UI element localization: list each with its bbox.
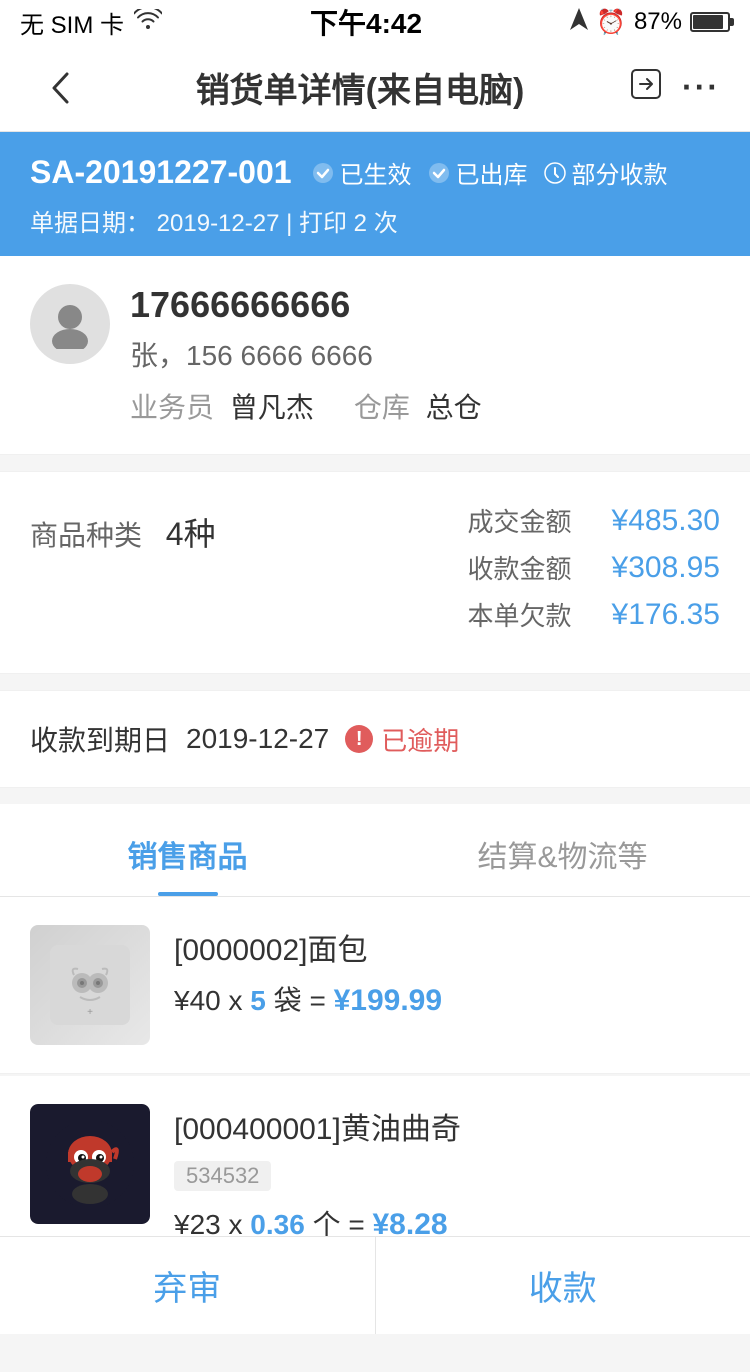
product-info-2: [000400001]黄油曲奇 534532 ¥23 x 0.36 个 = ¥8…: [174, 1104, 720, 1243]
wifi-icon: [134, 8, 162, 36]
agent-info: 业务员 曾凡杰: [130, 386, 314, 426]
status-right: ⏰ 87%: [570, 8, 730, 37]
product-price-1: ¥40 x 5 袋 = ¥199.99: [174, 979, 720, 1019]
product-type-label: 商品种类: [30, 520, 142, 551]
warehouse-info: 仓库 总仓: [354, 386, 482, 426]
battery-percentage: 87%: [634, 8, 682, 36]
debt-amount-value: ¥176.35: [612, 598, 720, 632]
avatar: [30, 284, 110, 364]
product-type-info: 商品种类 4种: [30, 502, 216, 566]
due-date-label: 收款到期日: [30, 719, 170, 759]
tabs-section: 销售商品 结算&物流等: [0, 804, 750, 897]
collection-amount-row: 收款金额 ¥308.95: [468, 549, 720, 586]
status-badges: 已生效 已出库 部分收款: [312, 155, 668, 190]
price-base-1: ¥40: [174, 985, 221, 1016]
agent-name: 曾凡杰: [230, 392, 314, 423]
bottom-action-bar: 弃审 收款: [0, 1236, 750, 1334]
order-header: SA-20191227-001 已生效 已出库 部分收款 单据日期： 2019-…: [0, 132, 750, 256]
product-tag-2: 534532: [174, 1161, 271, 1191]
share-icon[interactable]: [630, 68, 662, 108]
svg-text:+: +: [87, 1007, 93, 1018]
warehouse-label: 仓库: [354, 392, 410, 423]
product-list: + [0000002]面包 ¥40 x 5 袋 = ¥199.99: [0, 897, 750, 1272]
customer-meta: 业务员 曾凡杰 仓库 总仓: [130, 386, 720, 426]
carrier-text: 无 SIM 卡: [20, 5, 124, 40]
order-date: 2019-12-27: [157, 210, 280, 237]
battery-icon: [690, 12, 730, 32]
product-name-1: [0000002]面包: [174, 925, 720, 969]
customer-id: 17666666666: [130, 284, 720, 326]
order-status-row: SA-20191227-001 已生效 已出库 部分收款: [30, 154, 720, 191]
tab-settlement[interactable]: 结算&物流等: [375, 804, 750, 896]
qty-1: 5: [250, 985, 266, 1016]
summary-right: 成交金额 ¥485.30 收款金额 ¥308.95 本单欠款 ¥176.35: [468, 502, 720, 643]
collect-payment-button[interactable]: 收款: [376, 1237, 750, 1334]
butter-cookie-image: [30, 1104, 150, 1224]
overdue-dot-icon: !: [345, 725, 373, 753]
debt-amount-label: 本单欠款: [468, 596, 572, 633]
customer-info: 17666666666 张，156 6666 6666 业务员 曾凡杰 仓库 总…: [130, 284, 720, 426]
back-button[interactable]: [30, 58, 90, 118]
alarm-icon: ⏰: [596, 8, 626, 37]
transaction-amount-label: 成交金额: [468, 502, 572, 539]
warehouse-name: 总仓: [426, 392, 482, 423]
page-title: 销货单详情(来自电脑): [196, 63, 525, 112]
status-time: 下午4:42: [310, 2, 422, 42]
total-1: ¥199.99: [334, 984, 442, 1017]
overdue-badge: ! 已逾期: [345, 721, 459, 758]
nav-actions: ···: [630, 68, 720, 108]
product-thumb-2: [30, 1104, 150, 1224]
summary-left: 商品种类 4种: [30, 502, 216, 566]
cancel-review-button[interactable]: 弃审: [0, 1237, 376, 1334]
transaction-amount-row: 成交金额 ¥485.30: [468, 502, 720, 539]
due-date-section: 收款到期日 2019-12-27 ! 已逾期: [0, 690, 750, 788]
status-bar: 无 SIM 卡 下午4:42 ⏰ 87%: [0, 0, 750, 44]
order-id: SA-20191227-001: [30, 154, 292, 191]
due-date-value: 2019-12-27: [186, 723, 329, 755]
product-name-2: [000400001]黄油曲奇: [174, 1104, 720, 1148]
badge-shipped: 已出库: [428, 155, 528, 190]
print-info: | 打印 2 次: [286, 210, 398, 237]
product-info-1: [0000002]面包 ¥40 x 5 袋 = ¥199.99: [174, 925, 720, 1019]
more-icon[interactable]: ···: [682, 69, 720, 106]
unit-1: 袋: [274, 985, 302, 1016]
product-item-1: + [0000002]面包 ¥40 x 5 袋 = ¥199.99: [0, 897, 750, 1074]
collection-amount-label: 收款金额: [468, 549, 572, 586]
product-thumb-1: +: [30, 925, 150, 1045]
bread-image-placeholder: +: [30, 925, 150, 1045]
customer-section: 17666666666 张，156 6666 6666 业务员 曾凡杰 仓库 总…: [0, 256, 750, 455]
summary-row: 商品种类 4种 成交金额 ¥485.30 收款金额 ¥308.95 本单欠款 ¥…: [30, 502, 720, 643]
customer-name-phone: 张，156 6666 6666: [130, 334, 720, 374]
overdue-text: 已逾期: [381, 721, 459, 758]
date-label: 单据日期：: [30, 210, 150, 237]
debt-amount-row: 本单欠款 ¥176.35: [468, 596, 720, 633]
collection-amount-value: ¥308.95: [612, 551, 720, 585]
summary-section: 商品种类 4种 成交金额 ¥485.30 收款金额 ¥308.95 本单欠款 ¥…: [0, 471, 750, 674]
tab-sales-products[interactable]: 销售商品: [0, 804, 375, 896]
badge-active: 已生效: [312, 155, 412, 190]
location-icon: [570, 8, 588, 37]
transaction-amount-value: ¥485.30: [612, 504, 720, 538]
nav-bar: 销货单详情(来自电脑) ···: [0, 44, 750, 132]
order-date-info: 单据日期： 2019-12-27 | 打印 2 次: [30, 203, 720, 238]
product-type-value: 4种: [166, 516, 216, 552]
agent-label: 业务员: [130, 392, 214, 423]
status-left: 无 SIM 卡: [20, 5, 162, 40]
badge-partial-payment: 部分收款: [544, 155, 668, 190]
